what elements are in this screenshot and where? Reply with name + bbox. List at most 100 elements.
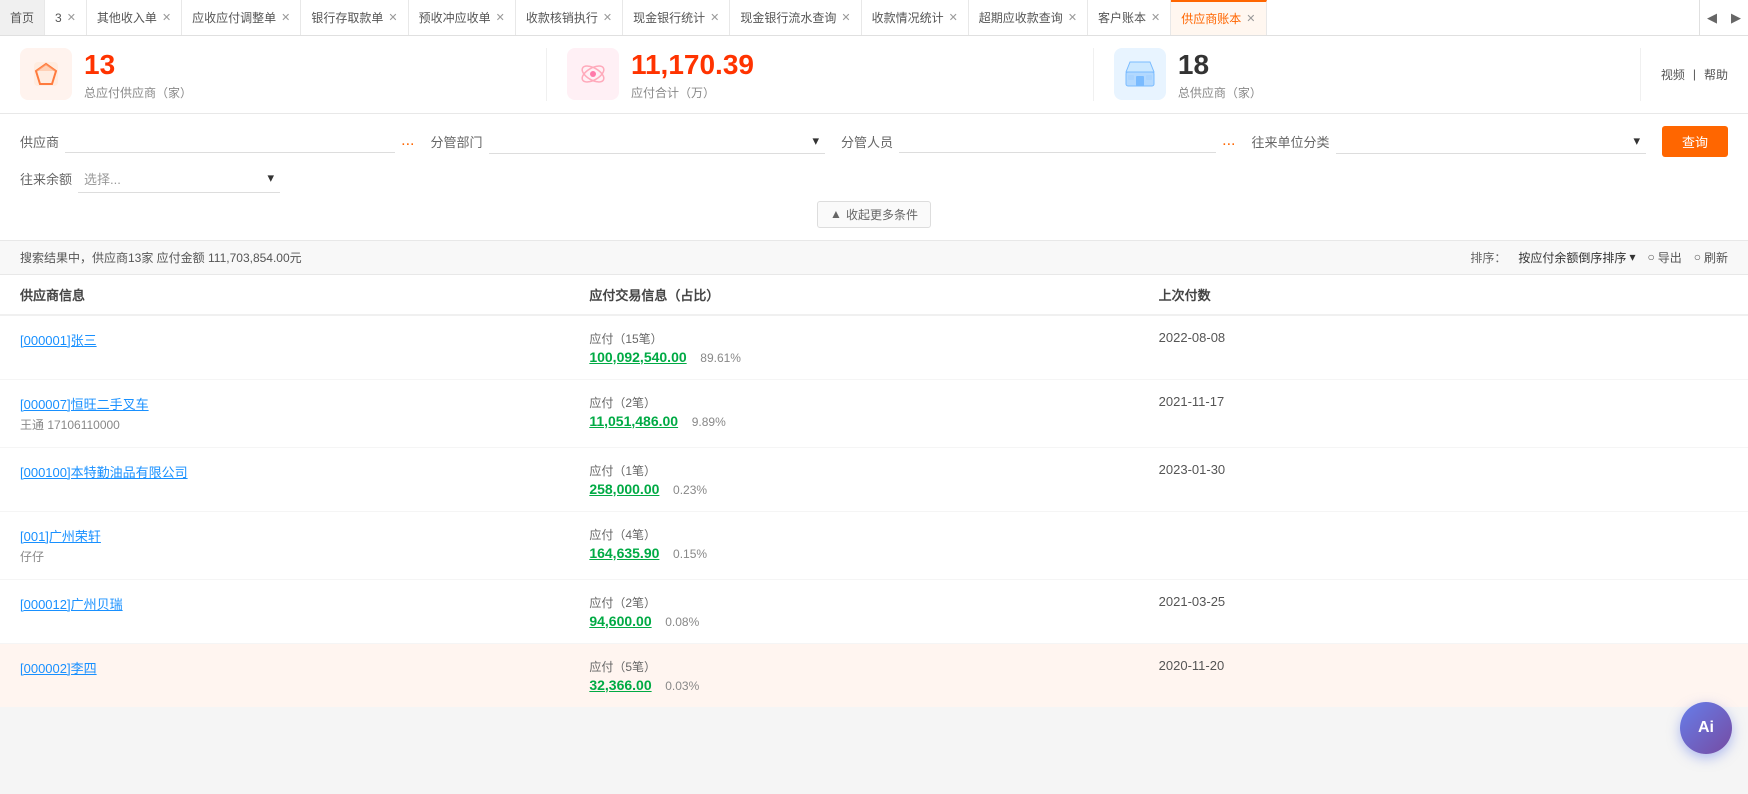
collapse-label: 收起更多条件 <box>846 206 918 223</box>
sort-value: 按应付余额倒序排序 <box>1518 249 1626 266</box>
main-table: 供应商信息 应付交易信息（占比） 上次付数 [000001]张三 应付（15笔）… <box>0 275 1748 708</box>
supplier-link-5[interactable]: [000002]李四 <box>20 661 97 676</box>
nav-tab-cash-stat-close[interactable]: ✕ <box>710 11 719 24</box>
filter-row-2: 往来余额 选择... ▾ <box>20 165 1728 193</box>
nav-tab-supplier[interactable]: 供应商账本 ✕ <box>1171 0 1266 35</box>
supplier-link-3[interactable]: [001]广州荣轩 <box>20 529 101 544</box>
nav-tab-payment-verify[interactable]: 收款核销执行 ✕ <box>516 0 623 35</box>
table-row: [000002]李四 应付（5笔） 32,366.00 0.03% 2020-1… <box>0 644 1748 708</box>
balance-select-text: 选择... <box>84 169 121 188</box>
nav-tab-overdue-close[interactable]: ✕ <box>1068 11 1077 24</box>
nav-tab-flow[interactable]: 现金银行流水查询 ✕ <box>730 0 861 35</box>
table-row: [001]广州荣轩 仔仔 应付（4笔） 164,635.90 0.15% <box>0 512 1748 580</box>
export-button[interactable]: ○ 导出 <box>1647 249 1681 266</box>
nav-tab-advance-close[interactable]: ✕ <box>496 11 505 24</box>
dept-dropdown-icon: ▾ <box>812 133 819 149</box>
refresh-button[interactable]: ○ 刷新 <box>1694 249 1728 266</box>
supplier-link-4[interactable]: [000012]广州贝瑞 <box>20 597 123 612</box>
payable-info-3: 应付（4笔） 164,635.90 0.15% <box>589 526 1158 561</box>
payable-info-5: 应付（5笔） 32,366.00 0.03% <box>589 658 1158 693</box>
payable-amount-0[interactable]: 100,092,540.00 <box>589 349 686 365</box>
nav-tab-3[interactable]: 3 ✕ <box>45 0 87 35</box>
stat-text-suppliers-payables: 13 总应付供应商（家） <box>84 48 192 101</box>
nav-tab-ar-ap[interactable]: 应收应付调整单 ✕ <box>182 0 301 35</box>
balance-filter: 往来余额 选择... ▾ <box>20 165 280 193</box>
nav-tab-ar-ap-close[interactable]: ✕ <box>281 11 290 24</box>
payable-amount-4[interactable]: 94,600.00 <box>589 613 651 629</box>
nav-tab-other-income[interactable]: 其他收入单 ✕ <box>87 0 182 35</box>
nav-tab-home[interactable]: 首页 <box>0 0 45 35</box>
sort-select[interactable]: 按应付余额倒序排序 ▾ <box>1518 249 1635 266</box>
person-label: 分管人员 <box>841 132 893 151</box>
nav-tab-customer[interactable]: 客户账本 ✕ <box>1088 0 1171 35</box>
nav-tab-3-close[interactable]: ✕ <box>67 11 76 24</box>
dept-filter: 分管部门 ▾ <box>431 129 826 154</box>
top-links: 视频 | 帮助 <box>1641 66 1728 83</box>
payable-info-4: 应付（2笔） 94,600.00 0.08% <box>589 594 1158 629</box>
video-link[interactable]: 视频 <box>1661 66 1685 83</box>
payable-amount-2[interactable]: 258,000.00 <box>589 481 659 497</box>
result-bar: 搜索结果中，供应商13家 应付金额 111,703,854.00元 排序： 按应… <box>0 241 1748 275</box>
payable-amount-1[interactable]: 11,051,486.00 <box>589 413 678 429</box>
nav-tab-advance-label: 预收冲应收单 <box>419 9 491 26</box>
col-header-last-pay: 上次付数 <box>1159 285 1728 304</box>
nav-tab-cash-stat[interactable]: 现金银行统计 ✕ <box>623 0 730 35</box>
stat-label-suppliers-payables: 总应付供应商（家） <box>84 84 192 101</box>
stat-suppliers-with-payables: 13 总应付供应商（家） <box>20 48 547 101</box>
nav-tab-payment-verify-label: 收款核销执行 <box>526 9 598 26</box>
category-dropdown-icon: ▾ <box>1633 133 1640 149</box>
nav-tab-other-income-label: 其他收入单 <box>97 9 157 26</box>
nav-tab-advance[interactable]: 预收冲应收单 ✕ <box>409 0 516 35</box>
stat-total-suppliers: 18 总供应商（家） <box>1094 48 1641 101</box>
stat-icon-diamond <box>20 48 72 100</box>
supplier-input[interactable] <box>65 129 395 153</box>
stat-number-suppliers-payables: 13 <box>84 48 192 82</box>
nav-tab-receipt-stat-close[interactable]: ✕ <box>949 11 958 24</box>
nav-tab-bank-close[interactable]: ✕ <box>388 11 397 24</box>
person-dots[interactable]: ... <box>1222 132 1235 150</box>
nav-tab-receipt-stat[interactable]: 收款情况统计 ✕ <box>862 0 969 35</box>
nav-tab-supplier-close[interactable]: ✕ <box>1246 12 1255 25</box>
stat-icon-atom <box>567 48 619 100</box>
nav-tab-bank[interactable]: 银行存取款单 ✕ <box>301 0 408 35</box>
nav-tab-overdue[interactable]: 超期应收款查询 ✕ <box>969 0 1088 35</box>
collapse-button[interactable]: ▲ 收起更多条件 <box>817 201 931 228</box>
last-pay-5: 2020-11-20 <box>1159 658 1728 673</box>
nav-tab-bank-label: 银行存取款单 <box>311 9 383 26</box>
category-select[interactable]: ▾ <box>1336 129 1646 154</box>
supplier-info-4: [000012]广州贝瑞 <box>20 594 589 613</box>
refresh-icon: ○ <box>1694 250 1701 264</box>
supplier-link-0[interactable]: [000001]张三 <box>20 333 97 348</box>
help-link[interactable]: 帮助 <box>1704 66 1728 83</box>
table-row: [000001]张三 应付（15笔） 100,092,540.00 89.61%… <box>0 316 1748 380</box>
nav-tab-home-label: 首页 <box>10 9 34 26</box>
payable-pct-2: 0.23% <box>673 483 707 497</box>
search-button[interactable]: 查询 <box>1662 126 1728 157</box>
supplier-link-2[interactable]: [000100]本特勤油品有限公司 <box>20 465 188 480</box>
nav-tab-flow-close[interactable]: ✕ <box>841 11 850 24</box>
payable-pct-1: 9.89% <box>692 415 726 429</box>
nav-tab-other-income-close[interactable]: ✕ <box>162 11 171 24</box>
last-pay-date-5: 2020-11-20 <box>1159 658 1225 673</box>
ai-assistant-button[interactable]: Ai <box>1680 702 1732 754</box>
person-input[interactable] <box>899 129 1216 153</box>
balance-select[interactable]: 选择... ▾ <box>78 165 280 193</box>
last-pay-date-1: 2021-11-17 <box>1159 394 1225 409</box>
supplier-info-0: [000001]张三 <box>20 330 589 349</box>
nav-tab-payment-verify-close[interactable]: ✕ <box>603 11 612 24</box>
nav-prev-button[interactable]: ◀ <box>1700 0 1724 36</box>
payable-amount-5[interactable]: 32,366.00 <box>589 677 651 693</box>
nav-tab-customer-close[interactable]: ✕ <box>1151 11 1160 24</box>
category-label: 往来单位分类 <box>1252 132 1330 151</box>
balance-label: 往来余额 <box>20 169 72 188</box>
supplier-link-1[interactable]: [000007]恒旺二手叉车 <box>20 397 149 412</box>
payable-info-1: 应付（2笔） 11,051,486.00 9.89% <box>589 394 1158 429</box>
supplier-dots[interactable]: ... <box>401 132 414 150</box>
payable-amount-3[interactable]: 164,635.90 <box>589 545 659 561</box>
supplier-info-3: [001]广州荣轩 仔仔 <box>20 526 589 565</box>
nav-tab-supplier-label: 供应商账本 <box>1181 10 1241 27</box>
dept-select[interactable]: ▾ <box>489 129 825 154</box>
last-pay-date-2: 2023-01-30 <box>1159 462 1226 477</box>
last-pay-2: 2023-01-30 <box>1159 462 1728 477</box>
nav-next-button[interactable]: ▶ <box>1724 0 1748 36</box>
